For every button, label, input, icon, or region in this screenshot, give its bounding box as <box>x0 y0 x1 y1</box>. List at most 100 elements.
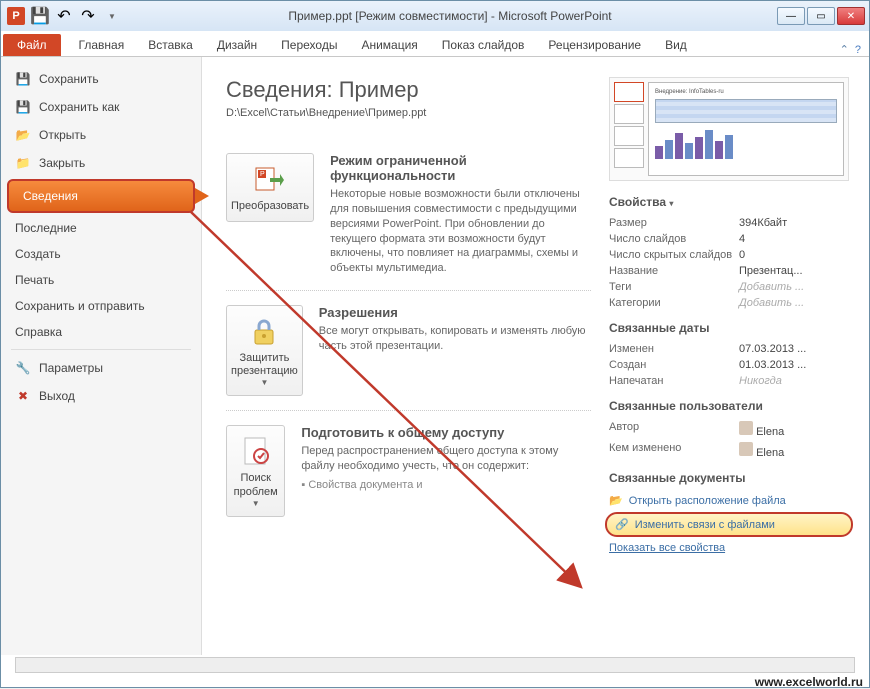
prop-size: Размер394Кбайт <box>609 215 849 231</box>
sidebar-item-options[interactable]: 🔧Параметры <box>1 354 201 382</box>
thumb-mini <box>614 82 644 102</box>
sidebar-item-info[interactable]: Сведения <box>7 179 195 213</box>
sidebar-label: Справка <box>15 325 62 339</box>
related-docs-title: Связанные документы <box>609 471 849 485</box>
prepare-heading: Подготовить к общему доступу <box>301 425 591 440</box>
link-icon: 🔗 <box>615 518 629 531</box>
tab-design[interactable]: Дизайн <box>205 34 269 56</box>
ribbon-tabs: Файл Главная Вставка Дизайн Переходы Ани… <box>1 31 869 57</box>
sidebar-item-open[interactable]: 📂Открыть <box>1 121 201 149</box>
avatar-icon <box>739 442 753 456</box>
backstage: 💾Сохранить 💾 Сохранить как 📂Открыть 📁Закр… <box>1 57 869 655</box>
convert-button[interactable]: P Преобразовать <box>226 153 314 276</box>
prop-author[interactable]: Автор Elena <box>609 419 849 440</box>
avatar-icon <box>739 421 753 435</box>
sidebar-label: Закрыть <box>39 156 85 170</box>
active-arrow-icon <box>195 188 209 204</box>
tab-home[interactable]: Главная <box>67 34 137 56</box>
sidebar-item-exit[interactable]: ✖ Выход <box>1 382 201 410</box>
chevron-down-icon: ▾ <box>669 199 673 208</box>
qat-dropdown-icon[interactable]: ▼ <box>101 5 123 27</box>
exit-icon: ✖ <box>15 388 31 404</box>
related-users-title: Связанные пользователи <box>609 399 849 413</box>
properties-column: Внедрение: InfoTables-ru Свойства ▾ Разм… <box>609 77 849 645</box>
tab-file[interactable]: Файл <box>3 34 61 56</box>
tab-transitions[interactable]: Переходы <box>269 34 349 56</box>
chevron-down-icon: ▼ <box>231 378 298 387</box>
prop-last-modified-by: Кем изменено Elena <box>609 440 849 461</box>
permissions-heading: Разрешения <box>319 305 591 320</box>
section-permissions: Защитить презентацию ▼ Разрешения Все мо… <box>226 291 591 411</box>
save-icon[interactable]: 💾 <box>29 5 51 27</box>
undo-icon[interactable]: ↶ <box>53 5 75 27</box>
sidebar-item-recent[interactable]: Последние <box>1 215 201 241</box>
sidebar-item-close[interactable]: 📁Закрыть <box>1 149 201 177</box>
sidebar-item-new[interactable]: Создать <box>1 241 201 267</box>
edit-links-link[interactable]: 🔗Изменить связи с файлами <box>605 512 853 537</box>
slide-thumbnail[interactable]: Внедрение: InfoTables-ru <box>609 77 849 181</box>
sidebar-item-print[interactable]: Печать <box>1 267 201 293</box>
compat-heading: Режим ограниченной функциональности <box>330 153 591 183</box>
save-as-icon: 💾 <box>15 99 31 115</box>
minimize-ribbon-icon[interactable]: ⌃ <box>840 43 849 56</box>
tab-slideshow[interactable]: Показ слайдов <box>430 34 537 56</box>
titlebar: P 💾 ↶ ↷ ▼ Пример.ppt [Режим совместимост… <box>1 1 869 31</box>
app-window: P 💾 ↶ ↷ ▼ Пример.ppt [Режим совместимост… <box>0 0 870 688</box>
sidebar-label: Последние <box>15 221 77 235</box>
backstage-sidebar: 💾Сохранить 💾 Сохранить как 📂Открыть 📁Закр… <box>1 57 201 655</box>
prepare-body: Перед распространением общего доступа к … <box>301 444 591 474</box>
permissions-body: Все могут открывать, копировать и изменя… <box>319 324 591 354</box>
sidebar-item-save-as[interactable]: 💾 Сохранить как <box>1 93 201 121</box>
watermark: www.excelworld.ru <box>755 675 863 689</box>
info-main-column: Сведения: Пример D:\Excel\Статьи\Внедрен… <box>226 77 591 645</box>
section-prepare: Поиск проблем ▼ Подготовить к общему дос… <box>226 411 591 530</box>
app-icon[interactable]: P <box>5 5 27 27</box>
sidebar-label: Печать <box>15 273 54 287</box>
tab-view[interactable]: Вид <box>653 34 699 56</box>
prop-tags[interactable]: ТегиДобавить ... <box>609 279 849 295</box>
page-path: D:\Excel\Статьи\Внедрение\Пример.ppt <box>226 107 591 119</box>
open-file-location-link[interactable]: 📂Открыть расположение файла <box>609 491 849 510</box>
protect-button[interactable]: Защитить презентацию ▼ <box>226 305 303 396</box>
prop-categories[interactable]: КатегорииДобавить ... <box>609 295 849 311</box>
sidebar-label: Сохранить как <box>39 100 119 114</box>
redo-icon[interactable]: ↷ <box>77 5 99 27</box>
sidebar-label: Сохранить <box>39 72 99 86</box>
thumb-mini <box>614 148 644 168</box>
show-all-properties-link[interactable]: Показать все свойства <box>609 539 849 557</box>
sidebar-label: Сведения <box>23 189 78 203</box>
close-button[interactable]: ✕ <box>837 7 865 25</box>
window-controls: — ▭ ✕ <box>777 7 865 25</box>
tab-insert[interactable]: Вставка <box>136 34 205 56</box>
lock-icon <box>231 314 298 348</box>
sidebar-item-help[interactable]: Справка <box>1 319 201 345</box>
thumb-title: Внедрение: InfoTables-ru <box>655 89 837 95</box>
section-compatibility: P Преобразовать Режим ограниченной функц… <box>226 139 591 291</box>
convert-button-label: Преобразовать <box>231 200 309 213</box>
folder-icon: 📂 <box>609 494 623 507</box>
window-title: Пример.ppt [Режим совместимости] - Micro… <box>123 9 777 23</box>
svg-text:P: P <box>260 171 265 178</box>
help-icon[interactable]: ? <box>855 44 861 56</box>
checklist-icon <box>231 434 280 468</box>
minimize-button[interactable]: — <box>777 7 805 25</box>
horizontal-scrollbar[interactable] <box>15 657 855 673</box>
quick-access-toolbar: P 💾 ↶ ↷ ▼ <box>5 5 123 27</box>
sidebar-label: Выход <box>39 389 75 403</box>
options-icon: 🔧 <box>15 360 31 376</box>
properties-title[interactable]: Свойства ▾ <box>609 195 849 209</box>
compat-body: Некоторые новые возможности были отключе… <box>330 187 591 276</box>
open-icon: 📂 <box>15 127 31 143</box>
prop-title[interactable]: НазваниеПрезентац... <box>609 263 849 279</box>
check-issues-button[interactable]: Поиск проблем ▼ <box>226 425 285 516</box>
tab-animations[interactable]: Анимация <box>349 34 429 56</box>
prop-printed: НапечатанНикогда <box>609 373 849 389</box>
page-title: Сведения: Пример <box>226 77 591 103</box>
check-issues-label: Поиск проблем <box>231 472 280 498</box>
sidebar-item-save-send[interactable]: Сохранить и отправить <box>1 293 201 319</box>
sidebar-item-save[interactable]: 💾Сохранить <box>1 65 201 93</box>
sidebar-label: Создать <box>15 247 61 261</box>
thumb-mini <box>614 104 644 124</box>
tab-review[interactable]: Рецензирование <box>536 34 653 56</box>
maximize-button[interactable]: ▭ <box>807 7 835 25</box>
